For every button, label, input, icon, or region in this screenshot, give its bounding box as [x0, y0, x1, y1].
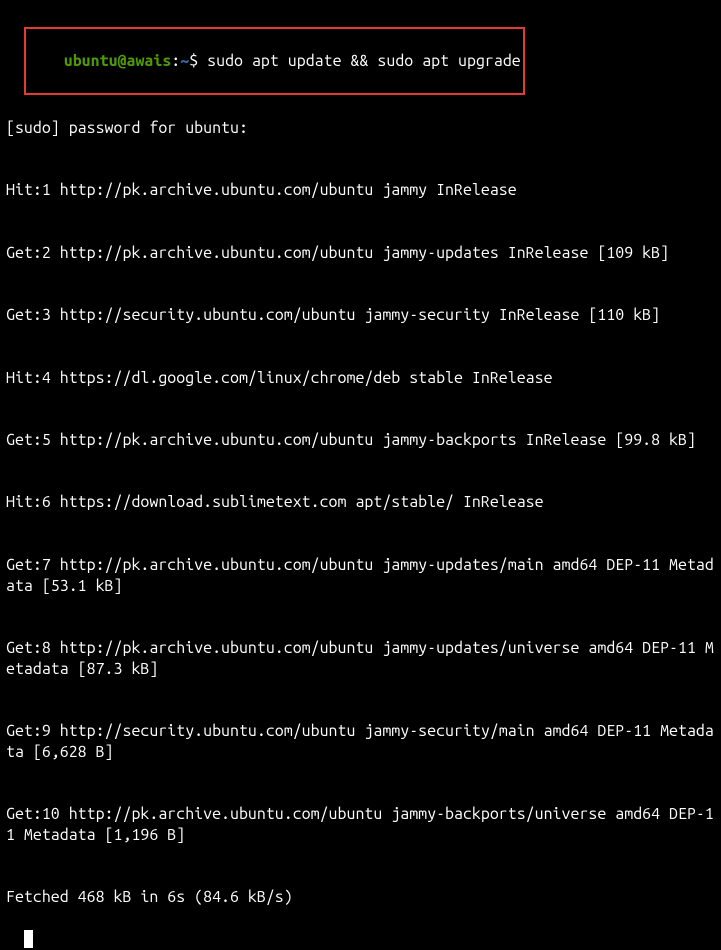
- output-line: Get:10 http://pk.archive.ubuntu.com/ubun…: [6, 804, 715, 846]
- output-line: Get:2 http://pk.archive.ubuntu.com/ubunt…: [6, 243, 715, 264]
- entered-command: sudo apt update && sudo apt upgrade: [207, 52, 521, 70]
- output-line: [sudo] password for ubuntu:: [6, 118, 715, 139]
- prompt-user-host: ubuntu@awais: [64, 52, 172, 70]
- prompt-path: ~: [180, 52, 189, 70]
- prompt-colon: :: [171, 52, 180, 70]
- output-line: Get:3 http://security.ubuntu.com/ubuntu …: [6, 305, 715, 326]
- prompt-dollar: $: [189, 52, 207, 70]
- terminal-cursor: [24, 930, 33, 948]
- output-line: Get:8 http://pk.archive.ubuntu.com/ubunt…: [6, 638, 715, 680]
- output-line: Hit:1 http://pk.archive.ubuntu.com/ubunt…: [6, 180, 715, 201]
- output-line: Fetched 468 kB in 6s (84.6 kB/s): [6, 887, 715, 908]
- output-line: Get:9 http://security.ubuntu.com/ubuntu …: [6, 721, 715, 763]
- output-line: Hit:4 https://dl.google.com/linux/chrome…: [6, 368, 715, 389]
- output-line: Get:7 http://pk.archive.ubuntu.com/ubunt…: [6, 555, 715, 597]
- terminal-window[interactable]: ubuntu@awais:~$ sudo apt update && sudo …: [6, 6, 715, 950]
- command-prompt-row: ubuntu@awais:~$ sudo apt update && sudo …: [24, 27, 525, 95]
- output-line: Get:5 http://pk.archive.ubuntu.com/ubunt…: [6, 430, 715, 451]
